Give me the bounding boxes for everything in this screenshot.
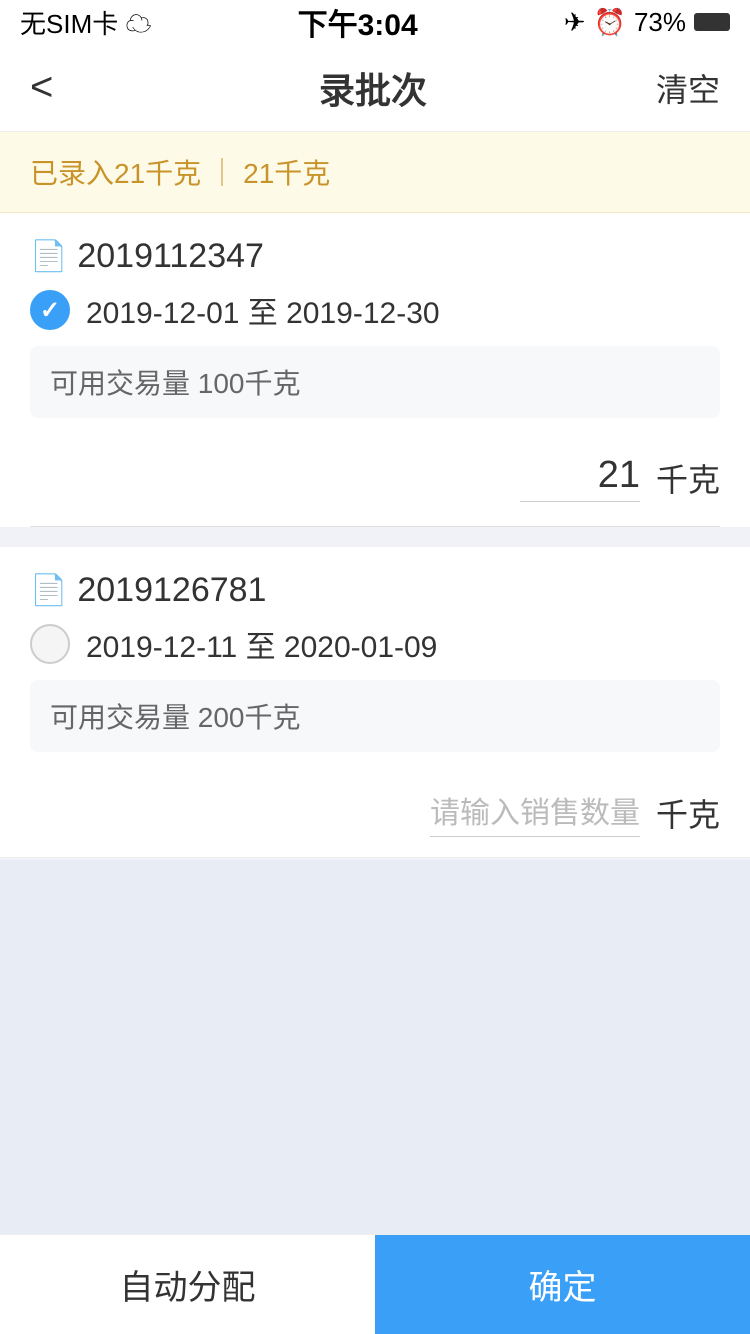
batch-1-id: 2019112347 <box>77 237 264 276</box>
batch-2-input-placeholder[interactable]: 请输入销售数量 <box>430 797 640 830</box>
batch-item-1-inner: 📄 2019112347 2019-12-01 至 2019-12-30 可用交… <box>0 213 750 438</box>
separator-1 <box>30 526 720 527</box>
batch-1-availability: 可用交易量 100千克 <box>30 346 720 418</box>
status-time: 下午3:04 <box>298 0 418 44</box>
section-sep-1 <box>0 531 750 547</box>
page-title: 录批次 <box>319 62 427 114</box>
batch-2-id: 2019126781 <box>77 571 266 610</box>
batch-item-1: 📄 2019112347 2019-12-01 至 2019-12-30 可用交… <box>0 213 750 527</box>
status-left: 无SIM卡 ☁ <box>20 4 151 41</box>
doc-icon-1: 📄 <box>30 239 67 274</box>
battery-icon <box>694 13 730 31</box>
batch-1-quantity-row: 21 千克 <box>0 438 750 522</box>
gray-area <box>0 860 750 1280</box>
batch-item-2: 📄 2019126781 2019-12-11 至 2020-01-09 可用交… <box>0 547 750 858</box>
summary-banner: 已录入21千克 21千克 <box>0 132 750 213</box>
batch-1-date: 2019-12-01 至 2019-12-30 <box>86 288 440 332</box>
auto-distribute-button[interactable]: 自动分配 <box>0 1235 375 1334</box>
batch-2-date: 2019-12-11 至 2020-01-09 <box>86 622 437 666</box>
no-sim-label: 无SIM卡 ☁ <box>20 4 151 41</box>
batch-1-quantity-underline: 21 <box>520 454 640 502</box>
battery-label: 73% <box>634 7 686 38</box>
summary-divider <box>221 158 223 186</box>
batch-1-quantity-value[interactable]: 21 <box>598 454 640 496</box>
alarm-icon: ⏰ <box>594 7 626 38</box>
batch-2-radio[interactable] <box>30 624 70 664</box>
batch-1-date-row: 2019-12-01 至 2019-12-30 <box>30 288 720 332</box>
batch-1-radio[interactable] <box>30 290 70 330</box>
summary-label: 已录入21千克 <box>30 152 201 192</box>
batch-2-unit: 千克 <box>656 790 720 836</box>
batch-2-input-underline: 请输入销售数量 <box>430 788 640 837</box>
back-button[interactable]: < <box>30 65 90 110</box>
batch-2-input-row: 请输入销售数量 千克 <box>0 772 750 858</box>
batch-item-2-inner: 📄 2019126781 2019-12-11 至 2020-01-09 可用交… <box>0 547 750 772</box>
confirm-button[interactable]: 确定 <box>375 1235 750 1334</box>
batch-2-date-row: 2019-12-11 至 2020-01-09 <box>30 622 720 666</box>
batch-1-unit: 千克 <box>656 455 720 501</box>
location-icon: ✈ <box>564 7 586 38</box>
summary-value: 21千克 <box>243 152 330 192</box>
bottom-bar: 自动分配 确定 <box>0 1234 750 1334</box>
batch-2-header: 📄 2019126781 <box>30 571 720 610</box>
status-right: ✈ ⏰ 73% <box>564 7 730 38</box>
status-bar: 无SIM卡 ☁ 下午3:04 ✈ ⏰ 73% <box>0 0 750 44</box>
clear-button[interactable]: 清空 <box>656 65 720 111</box>
nav-bar: < 录批次 清空 <box>0 44 750 132</box>
batch-1-header: 📄 2019112347 <box>30 237 720 276</box>
batch-2-availability: 可用交易量 200千克 <box>30 680 720 752</box>
doc-icon-2: 📄 <box>30 573 67 608</box>
